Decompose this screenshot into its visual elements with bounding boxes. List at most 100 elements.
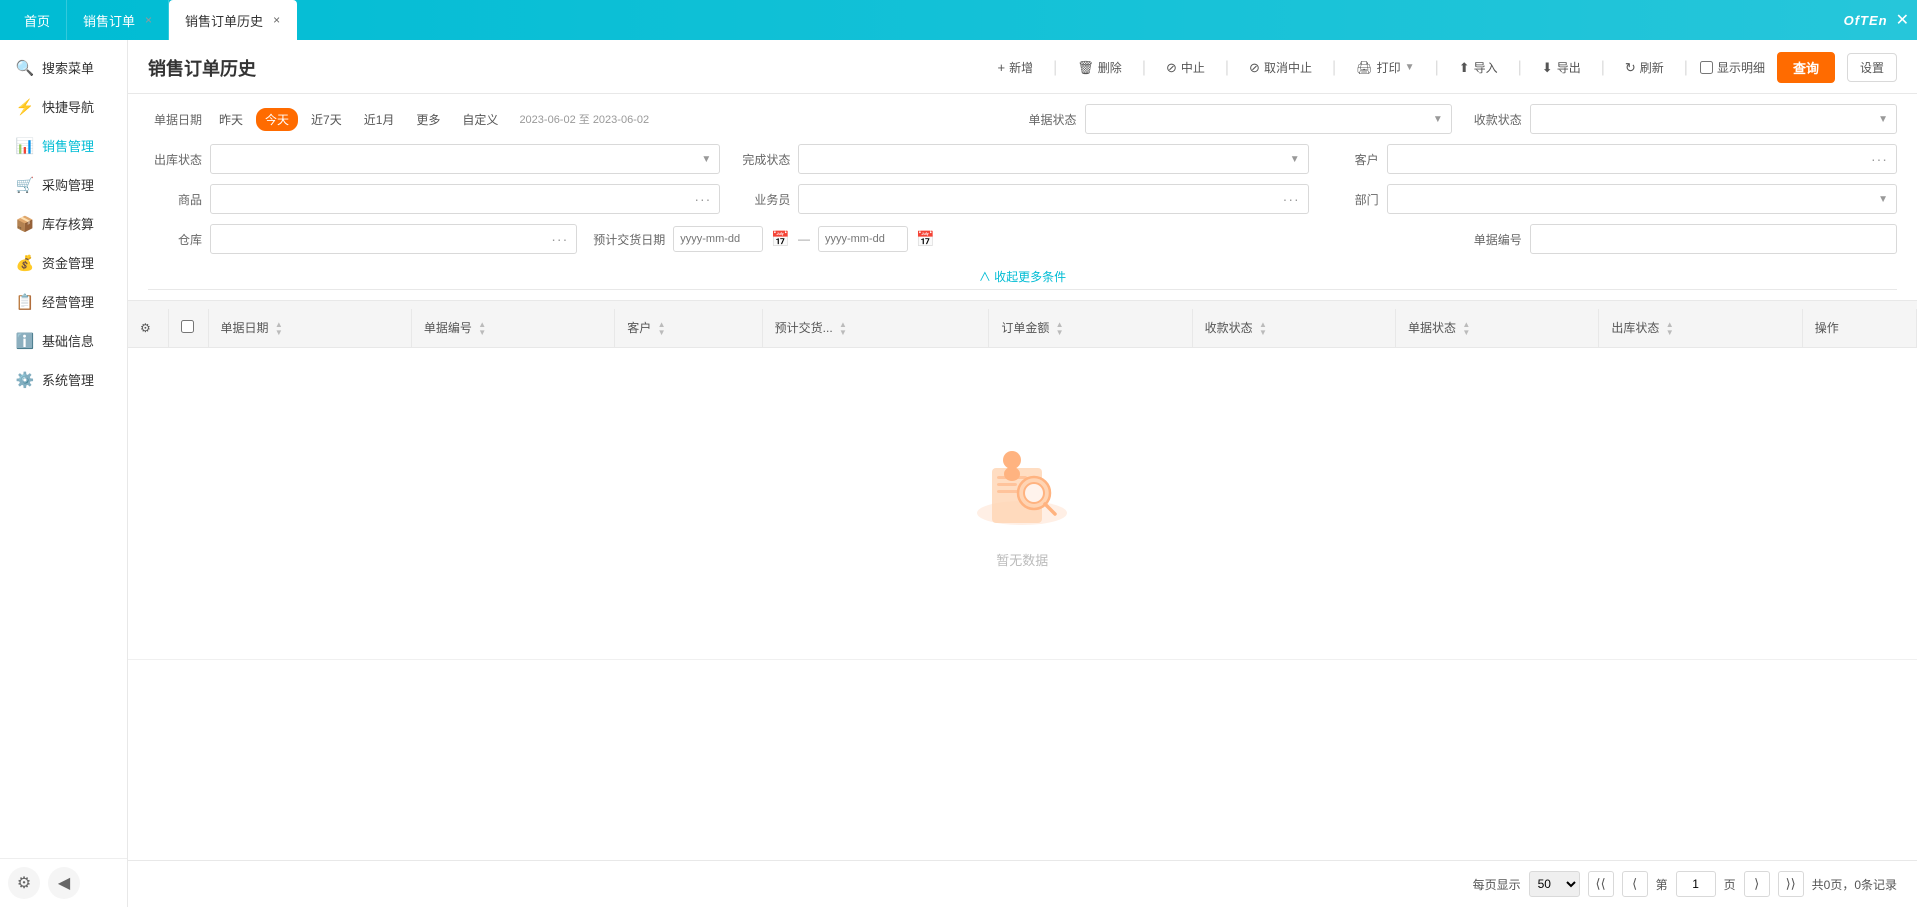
complete-status-label: 完成状态 xyxy=(736,151,790,168)
tab-sales-order-history-close[interactable]: × xyxy=(273,13,280,27)
import-button[interactable]: ⬆ 导入 xyxy=(1451,55,1506,80)
tab-sales-order[interactable]: 销售订单 × xyxy=(67,0,169,40)
th-payment-status[interactable]: 收款状态 ▲▼ xyxy=(1192,309,1395,347)
new-button[interactable]: + 新增 xyxy=(990,55,1042,80)
th-expected-delivery-label: 预计交货... xyxy=(775,321,833,335)
customer-group: 客户 ··· xyxy=(1325,144,1897,174)
tab-sales-order-history-label: 销售订单历史 xyxy=(185,11,263,30)
sidebar-item-sales-mgmt[interactable]: 📊 销售管理 xyxy=(0,126,127,165)
department-select[interactable]: ▼ xyxy=(1387,184,1897,214)
th-bill-date-label: 单据日期 xyxy=(221,321,269,335)
delivery-status-select[interactable]: ▼ xyxy=(210,144,720,174)
collapse-icon: ∧ xyxy=(979,270,991,284)
th-order-amount[interactable]: 订单金额 ▲▼ xyxy=(989,309,1192,347)
sep5: | xyxy=(1435,59,1439,77)
bill-status-arrow-icon: ▼ xyxy=(1433,114,1443,125)
tab-sales-order-history[interactable]: 销售订单历史 × xyxy=(169,0,297,40)
show-detail-label: 显示明细 xyxy=(1717,59,1765,76)
goods-input[interactable]: ··· xyxy=(210,184,720,214)
calendar-to-icon[interactable]: 📅 xyxy=(916,230,935,248)
tab-home-label: 首页 xyxy=(24,11,50,30)
th-bill-date[interactable]: 单据日期 ▲▼ xyxy=(208,309,411,347)
yesterday-btn[interactable]: 昨天 xyxy=(210,108,252,131)
payment-status-arrow-icon: ▼ xyxy=(1878,114,1888,125)
toolbar: + 新增 | 🗑 删除 | ⊘ 中止 | ⊘ xyxy=(990,52,1897,83)
th-checkbox[interactable] xyxy=(168,309,208,347)
delete-icon: 🗑 xyxy=(1077,60,1094,76)
sidebar-item-basic-info[interactable]: ℹ️ 基础信息 xyxy=(0,321,127,360)
th-payment-status-label: 收款状态 xyxy=(1205,321,1253,335)
page-label: 第 xyxy=(1656,876,1668,893)
operations-mgmt-icon: 📋 xyxy=(16,293,34,311)
sidebar-item-system-mgmt[interactable]: ⚙️ 系统管理 xyxy=(0,360,127,399)
cancel-stop-icon: ⊘ xyxy=(1249,60,1260,76)
query-button[interactable]: 查询 xyxy=(1777,52,1835,83)
empty-state-cell: 暂无数据 xyxy=(128,347,1917,659)
select-all-checkbox[interactable] xyxy=(181,320,194,333)
calendar-from-icon[interactable]: 📅 xyxy=(771,230,790,248)
sidebar-item-search-menu-label: 搜索菜单 xyxy=(42,58,94,77)
collapse-bar[interactable]: ∧ 收起更多条件 xyxy=(148,264,1897,290)
delivery-status-group: 出库状态 ▼ xyxy=(148,144,720,174)
total-records-text: 共0页，0条记录 xyxy=(1812,876,1897,893)
cancel-stop-button[interactable]: ⊘ 取消中止 xyxy=(1241,55,1320,80)
salesperson-dots-icon: ··· xyxy=(1283,191,1300,207)
settings-col-icon: ⚙ xyxy=(140,321,151,335)
page-unit: 页 xyxy=(1724,876,1736,893)
sidebar-item-capital-mgmt[interactable]: 💰 资金管理 xyxy=(0,243,127,282)
today-btn[interactable]: 今天 xyxy=(256,108,298,131)
customer-input[interactable]: ··· xyxy=(1387,144,1897,174)
bill-no-input[interactable] xyxy=(1530,224,1897,254)
expected-delivery-from[interactable] xyxy=(673,226,763,252)
th-settings[interactable]: ⚙ xyxy=(128,309,168,347)
delete-label: 删除 xyxy=(1098,59,1122,76)
tab-sales-order-close[interactable]: × xyxy=(145,13,152,27)
customer-sort-icon: ▲▼ xyxy=(658,321,666,337)
refresh-button[interactable]: ↻ 刷新 xyxy=(1617,55,1672,80)
department-label: 部门 xyxy=(1325,191,1379,208)
last7days-btn[interactable]: 近7天 xyxy=(302,108,351,131)
sidebar-collapse-button[interactable]: ◀ xyxy=(48,867,80,899)
last1month-btn[interactable]: 近1月 xyxy=(355,108,404,131)
current-page-input[interactable] xyxy=(1676,871,1716,897)
topbar-close-button[interactable]: ✕ xyxy=(1896,10,1909,30)
prev-page-button[interactable]: ⟨ xyxy=(1622,871,1648,897)
tab-home[interactable]: 首页 xyxy=(8,0,67,40)
expected-delivery-to[interactable] xyxy=(818,226,908,252)
th-bill-status[interactable]: 单据状态 ▲▼ xyxy=(1396,309,1599,347)
payment-status-select[interactable]: ▼ xyxy=(1530,104,1897,134)
warehouse-input[interactable]: ··· xyxy=(210,224,577,254)
first-page-button[interactable]: ⟨⟨ xyxy=(1588,871,1614,897)
print-icon: 🖨 xyxy=(1356,60,1373,76)
sidebar-item-quick-nav[interactable]: ⚡ 快捷导航 xyxy=(0,87,127,126)
delete-button[interactable]: 🗑 删除 xyxy=(1069,55,1130,80)
bill-status-select[interactable]: ▼ xyxy=(1085,104,1452,134)
custom-btn[interactable]: 自定义 xyxy=(453,108,507,131)
page-size-select[interactable]: 10 20 50 100 xyxy=(1529,871,1580,897)
sidebar-settings-button[interactable]: ⚙ xyxy=(8,867,40,899)
import-label: 导入 xyxy=(1474,59,1498,76)
stop-button[interactable]: ⊘ 中止 xyxy=(1158,55,1213,80)
th-expected-delivery[interactable]: 预计交货... ▲▼ xyxy=(762,309,989,347)
sidebar-item-search-menu[interactable]: 🔍 搜索菜单 xyxy=(0,48,127,87)
sep4: | xyxy=(1332,59,1336,77)
print-button[interactable]: 🖨 打印 ▼ xyxy=(1348,55,1422,80)
sidebar-item-operations-mgmt[interactable]: 📋 经营管理 xyxy=(0,282,127,321)
th-bill-status-label: 单据状态 xyxy=(1408,321,1456,335)
sidebar-item-inventory[interactable]: 📦 库存核算 xyxy=(0,204,127,243)
last-page-button[interactable]: ⟩⟩ xyxy=(1778,871,1804,897)
show-detail-checkbox-label[interactable]: 显示明细 xyxy=(1700,59,1765,76)
filter-area: 单据日期 昨天 今天 近7天 近1月 更多 自定义 2023-06-02 至 2… xyxy=(128,94,1917,301)
th-customer-label: 客户 xyxy=(627,321,651,335)
export-button[interactable]: ⬇ 导出 xyxy=(1534,55,1589,80)
salesperson-input[interactable]: ··· xyxy=(798,184,1308,214)
more-btn[interactable]: 更多 xyxy=(407,108,449,131)
next-page-button[interactable]: ⟩ xyxy=(1744,871,1770,897)
sidebar-item-purchase-mgmt[interactable]: 🛒 采购管理 xyxy=(0,165,127,204)
show-detail-checkbox[interactable] xyxy=(1700,61,1713,74)
th-delivery-status[interactable]: 出库状态 ▲▼ xyxy=(1599,309,1802,347)
settings-button[interactable]: 设置 xyxy=(1847,53,1897,82)
th-bill-no[interactable]: 单据编号 ▲▼ xyxy=(411,309,614,347)
complete-status-select[interactable]: ▼ xyxy=(798,144,1308,174)
th-customer[interactable]: 客户 ▲▼ xyxy=(615,309,762,347)
